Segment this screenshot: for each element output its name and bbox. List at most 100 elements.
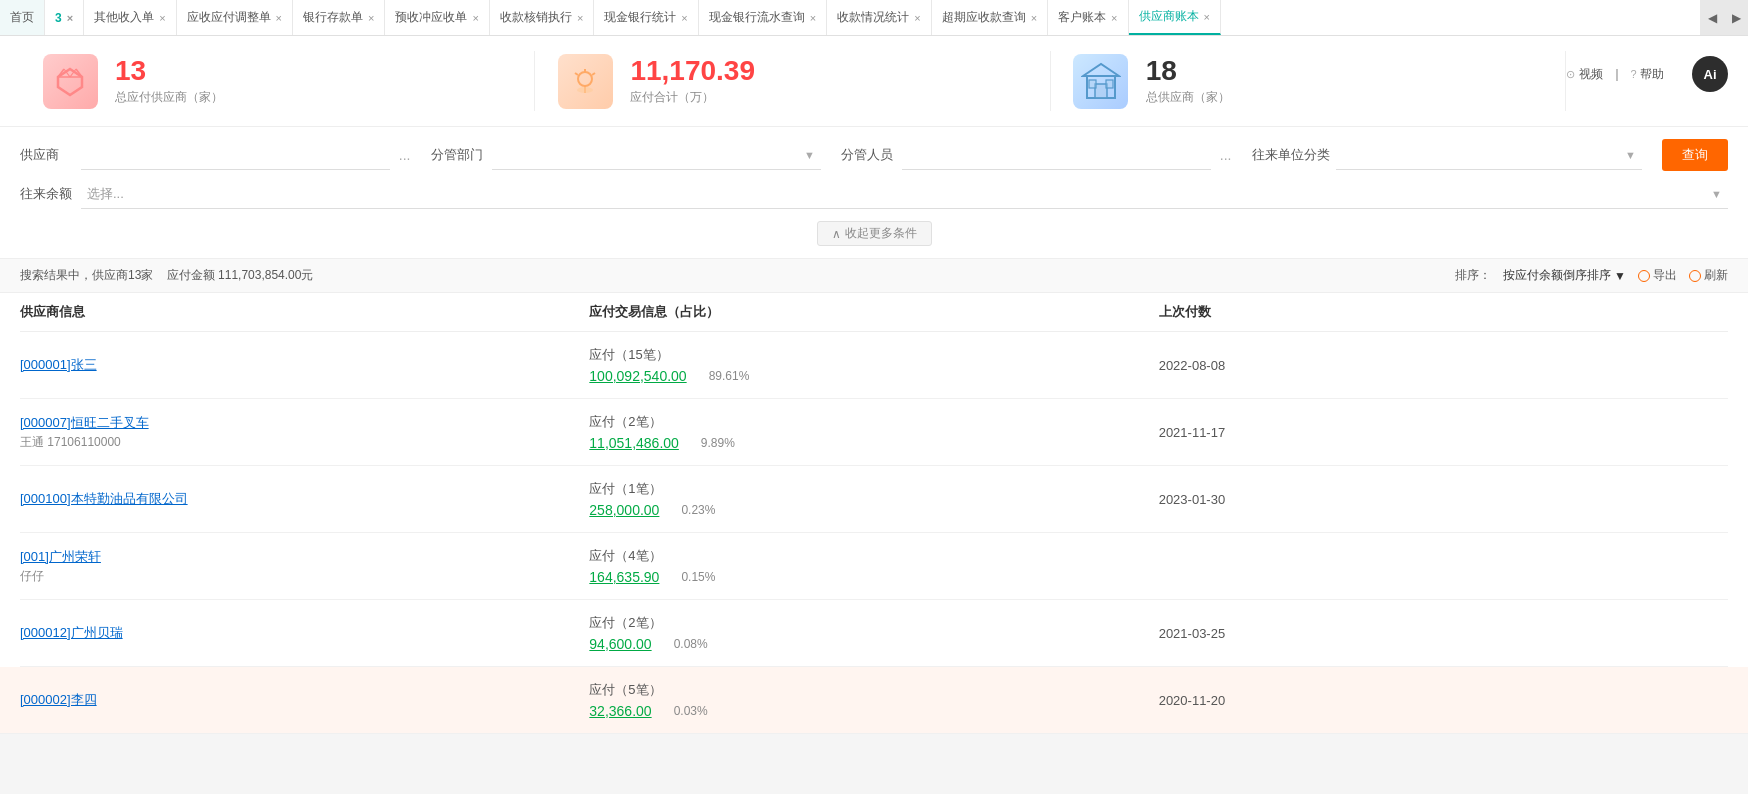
payable-percent-2: 0.23% <box>681 503 715 517</box>
close-bank-deposit[interactable]: × <box>368 12 374 24</box>
summary-card-1: 13 总应付供应商（家） <box>20 51 535 111</box>
supplier-info-4: [000012]广州贝瑞 <box>20 624 589 642</box>
refresh-icon <box>1689 270 1701 282</box>
person-input[interactable] <box>902 140 1211 170</box>
svg-marker-13 <box>1083 64 1119 76</box>
summary-icon-2 <box>555 51 615 111</box>
nav-customer-account[interactable]: 客户账本 × <box>1048 0 1128 35</box>
close-supplier-account[interactable]: × <box>1204 11 1210 23</box>
nav-collect-stat[interactable]: 收款情况统计 × <box>827 0 931 35</box>
summary-icon-3 <box>1071 51 1131 111</box>
help-link[interactable]: ? 帮助 <box>1631 66 1664 83</box>
payable-percent-5: 0.03% <box>674 704 708 718</box>
nav-verify[interactable]: 收款核销执行 × <box>490 0 594 35</box>
payable-amount-4[interactable]: 94,600.00 <box>589 636 651 652</box>
summary-text-3: 18 总供应商（家） <box>1146 57 1230 106</box>
col-header-payable: 应付交易信息（占比） <box>589 303 1158 321</box>
close-customer-account[interactable]: × <box>1111 12 1117 24</box>
summary-text-1: 13 总应付供应商（家） <box>115 57 223 106</box>
supplier-link-5[interactable]: [000002]李四 <box>20 691 589 709</box>
supplier-input[interactable] <box>81 140 390 170</box>
payable-count-0: 应付（15笔） <box>589 346 1158 364</box>
nav-home[interactable]: 首页 <box>0 0 45 35</box>
filter-category: 往来单位分类 ▼ <box>1252 140 1643 170</box>
balance-select[interactable]: 选择... ▼ <box>81 179 1728 209</box>
supplier-link-2[interactable]: [000100]本特勤油品有限公司 <box>20 490 589 508</box>
payable-col-5: 应付（5笔） 32,366.00 0.03% <box>589 681 1158 719</box>
close-cash-stat[interactable]: × <box>681 12 687 24</box>
last-pay-1: 2021-11-17 <box>1159 425 1728 440</box>
category-label: 往来单位分类 <box>1252 146 1330 164</box>
person-ellipsis[interactable]: ... <box>1220 147 1232 163</box>
nav-arrow-left[interactable]: ◀ <box>1700 0 1724 36</box>
svg-rect-16 <box>1089 80 1096 88</box>
balance-label: 往来余额 <box>20 185 75 203</box>
summary-text-2: 11,170.39 应付合计（万） <box>630 57 755 106</box>
nav-supplier-account[interactable]: 供应商账本 × <box>1129 0 1221 35</box>
category-select[interactable]: ▼ <box>1336 140 1643 170</box>
supplier-link-1[interactable]: [000007]恒旺二手叉车 <box>20 414 589 432</box>
payable-percent-4: 0.08% <box>674 637 708 651</box>
sort-dropdown-icon: ▼ <box>1614 269 1626 283</box>
dept-select[interactable]: ▼ <box>492 140 822 170</box>
video-link[interactable]: ⊙ 视频 <box>1566 66 1602 83</box>
summary-section: 13 总应付供应商（家） 11,170.39 应付合计（万） <box>0 36 1748 127</box>
table-row-highlighted: [000002]李四 应付（5笔） 32,366.00 0.03% 2020-1… <box>0 667 1748 734</box>
nav-prepay[interactable]: 预收冲应收单 × <box>385 0 489 35</box>
summary-icon-1 <box>40 51 100 111</box>
refresh-button[interactable]: 刷新 <box>1689 267 1728 284</box>
last-pay-0: 2022-08-08 <box>1159 358 1728 373</box>
supplier-link-4[interactable]: [000012]广州贝瑞 <box>20 624 589 642</box>
top-right-links: ⊙ 视频 ｜ ? 帮助 Ai <box>1566 51 1728 92</box>
payable-col-4: 应付（2笔） 94,600.00 0.08% <box>589 614 1158 652</box>
close-verify[interactable]: × <box>577 12 583 24</box>
close-prepay[interactable]: × <box>472 12 478 24</box>
nav-tab1[interactable]: 3 × <box>45 0 84 35</box>
summary-label-1: 总应付供应商（家） <box>115 89 223 106</box>
nav-other-income[interactable]: 其他收入单 × <box>84 0 176 35</box>
sort-select[interactable]: 按应付余额倒序排序 ▼ <box>1503 267 1626 284</box>
payable-col-1: 应付（2笔） 11,051,486.00 9.89% <box>589 413 1158 451</box>
payable-amount-1[interactable]: 11,051,486.00 <box>589 435 679 451</box>
nav-bank-deposit[interactable]: 银行存款单 × <box>293 0 385 35</box>
result-bar: 搜索结果中，供应商13家 应付金额 111,703,854.00元 排序： 按应… <box>0 259 1748 293</box>
filter-supplier: 供应商 ... <box>20 140 411 170</box>
supplier-ellipsis[interactable]: ... <box>399 147 411 163</box>
close-overdue[interactable]: × <box>1031 12 1037 24</box>
close-tab1[interactable]: × <box>67 12 73 24</box>
main-table: 供应商信息 应付交易信息（占比） 上次付数 [000001]张三 应付（15笔）… <box>0 293 1748 734</box>
dept-dropdown-icon: ▼ <box>804 149 815 161</box>
collapse-button[interactable]: ∧ 收起更多条件 <box>817 221 932 246</box>
payable-amount-3[interactable]: 164,635.90 <box>589 569 659 585</box>
nav-cash-flow[interactable]: 现金银行流水查询 × <box>699 0 827 35</box>
query-button[interactable]: 查询 <box>1662 139 1728 171</box>
payable-count-5: 应付（5笔） <box>589 681 1158 699</box>
balance-select-text: 选择... <box>87 185 1711 203</box>
summary-label-2: 应付合计（万） <box>630 89 755 106</box>
collapse-bar: ∧ 收起更多条件 <box>20 217 1728 246</box>
payable-amount-0[interactable]: 100,092,540.00 <box>589 368 686 384</box>
close-cash-flow[interactable]: × <box>810 12 816 24</box>
svg-line-10 <box>592 73 595 75</box>
payable-amount-5[interactable]: 32,366.00 <box>589 703 651 719</box>
nav-arrow-right[interactable]: ▶ <box>1724 0 1748 36</box>
payable-count-3: 应付（4笔） <box>589 547 1158 565</box>
export-button[interactable]: 导出 <box>1638 267 1677 284</box>
nav-ap-adjust[interactable]: 应收应付调整单 × <box>177 0 293 35</box>
category-dropdown-icon: ▼ <box>1625 149 1636 161</box>
summary-num-1: 13 <box>115 57 223 85</box>
payable-amount-2[interactable]: 258,000.00 <box>589 502 659 518</box>
close-collect-stat[interactable]: × <box>914 12 920 24</box>
supplier-link-3[interactable]: [001]广州荣轩 <box>20 548 589 566</box>
nav-cash-stat[interactable]: 现金银行统计 × <box>594 0 698 35</box>
nav-overdue[interactable]: 超期应收款查询 × <box>932 0 1048 35</box>
close-other-income[interactable]: × <box>159 12 165 24</box>
last-pay-5: 2020-11-20 <box>1159 693 1728 708</box>
col-header-supplier: 供应商信息 <box>20 303 589 321</box>
ai-button[interactable]: Ai <box>1692 56 1728 92</box>
table-header: 供应商信息 应付交易信息（占比） 上次付数 <box>20 293 1728 332</box>
supplier-info-0: [000001]张三 <box>20 356 589 374</box>
separator: ｜ <box>1611 66 1623 83</box>
close-ap-adjust[interactable]: × <box>276 12 282 24</box>
supplier-link-0[interactable]: [000001]张三 <box>20 356 589 374</box>
